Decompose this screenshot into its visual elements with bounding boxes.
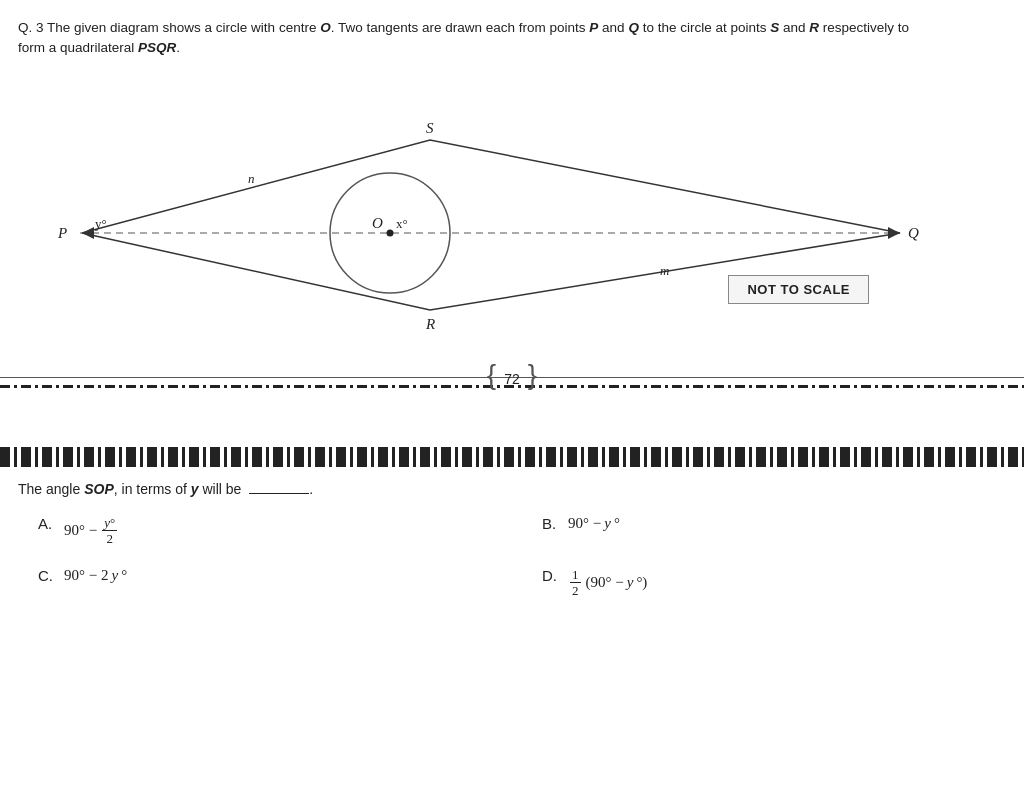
diagram-svg: S P Q R O x° y° n m xyxy=(0,65,1024,355)
bracket-box: { 72 } xyxy=(487,367,537,389)
label-n: n xyxy=(248,171,255,186)
option-d-expr: 1 2 (90° − y°) xyxy=(568,567,647,599)
option-a-label: A. xyxy=(38,515,58,532)
arrow-left xyxy=(82,227,94,239)
frac-d-den: 2 xyxy=(570,583,581,599)
option-d-label: D. xyxy=(542,567,562,584)
question-number: Q. 3 xyxy=(18,20,44,35)
option-d[interactable]: D. 1 2 (90° − y°) xyxy=(542,567,986,599)
label-q: Q xyxy=(908,225,919,241)
question-body-2: form a quadrilateral PSQR. xyxy=(18,40,180,55)
label-r: R xyxy=(425,316,435,332)
answer-blank xyxy=(249,493,309,494)
diagram-area: S P Q R O x° y° n m NOT TO SCALE xyxy=(0,65,1024,355)
label-s: S xyxy=(426,120,434,136)
variable-y: y xyxy=(191,481,199,497)
second-divider-dashes xyxy=(0,447,1024,467)
option-c[interactable]: C. 90° − 2y° xyxy=(38,567,482,599)
page: Q. 3 The given diagram shows a circle wi… xyxy=(0,0,1024,786)
option-a[interactable]: A. 90° − y° 2 xyxy=(38,515,482,547)
center-dot xyxy=(387,229,394,236)
option-b[interactable]: B. 90° − y° xyxy=(542,515,986,547)
frac-one-half: 1 2 xyxy=(570,567,581,599)
label-m: m xyxy=(660,263,669,278)
bracket-left: { xyxy=(487,361,496,389)
options-grid: A. 90° − y° 2 B. 90° − y° C. xyxy=(18,515,1006,599)
label-p: P xyxy=(57,225,67,241)
frac-numerator: y° xyxy=(102,515,117,532)
label-o: O xyxy=(372,215,383,231)
label-x: x° xyxy=(396,216,408,231)
bracket-number: 72 xyxy=(496,371,528,387)
option-a-expr: 90° − y° 2 xyxy=(64,515,119,547)
not-to-scale-text: NOT TO SCALE xyxy=(747,282,850,297)
option-c-label: C. xyxy=(38,567,58,584)
bracket-right: } xyxy=(528,361,537,389)
fraction-y-2: y° 2 xyxy=(102,515,117,547)
divider-section: { 72 } xyxy=(0,359,1024,431)
arrow-right xyxy=(888,227,900,239)
label-y: y° xyxy=(95,216,107,231)
answer-section: The angle SOP, in terms of y will be . A… xyxy=(0,467,1024,609)
not-to-scale-box: NOT TO SCALE xyxy=(728,275,869,304)
angle-question: The angle SOP, in terms of y will be . xyxy=(18,481,1006,497)
frac-d-num: 1 xyxy=(570,567,581,584)
angle-sop: SOP xyxy=(84,481,114,497)
option-b-expr: 90° − y° xyxy=(568,515,620,532)
option-b-label: B. xyxy=(542,515,562,532)
frac-denominator: 2 xyxy=(104,531,115,547)
question-body: The given diagram shows a circle with ce… xyxy=(47,20,909,35)
option-c-expr: 90° − 2y° xyxy=(64,567,127,584)
question-text: Q. 3 The given diagram shows a circle wi… xyxy=(0,0,1024,65)
